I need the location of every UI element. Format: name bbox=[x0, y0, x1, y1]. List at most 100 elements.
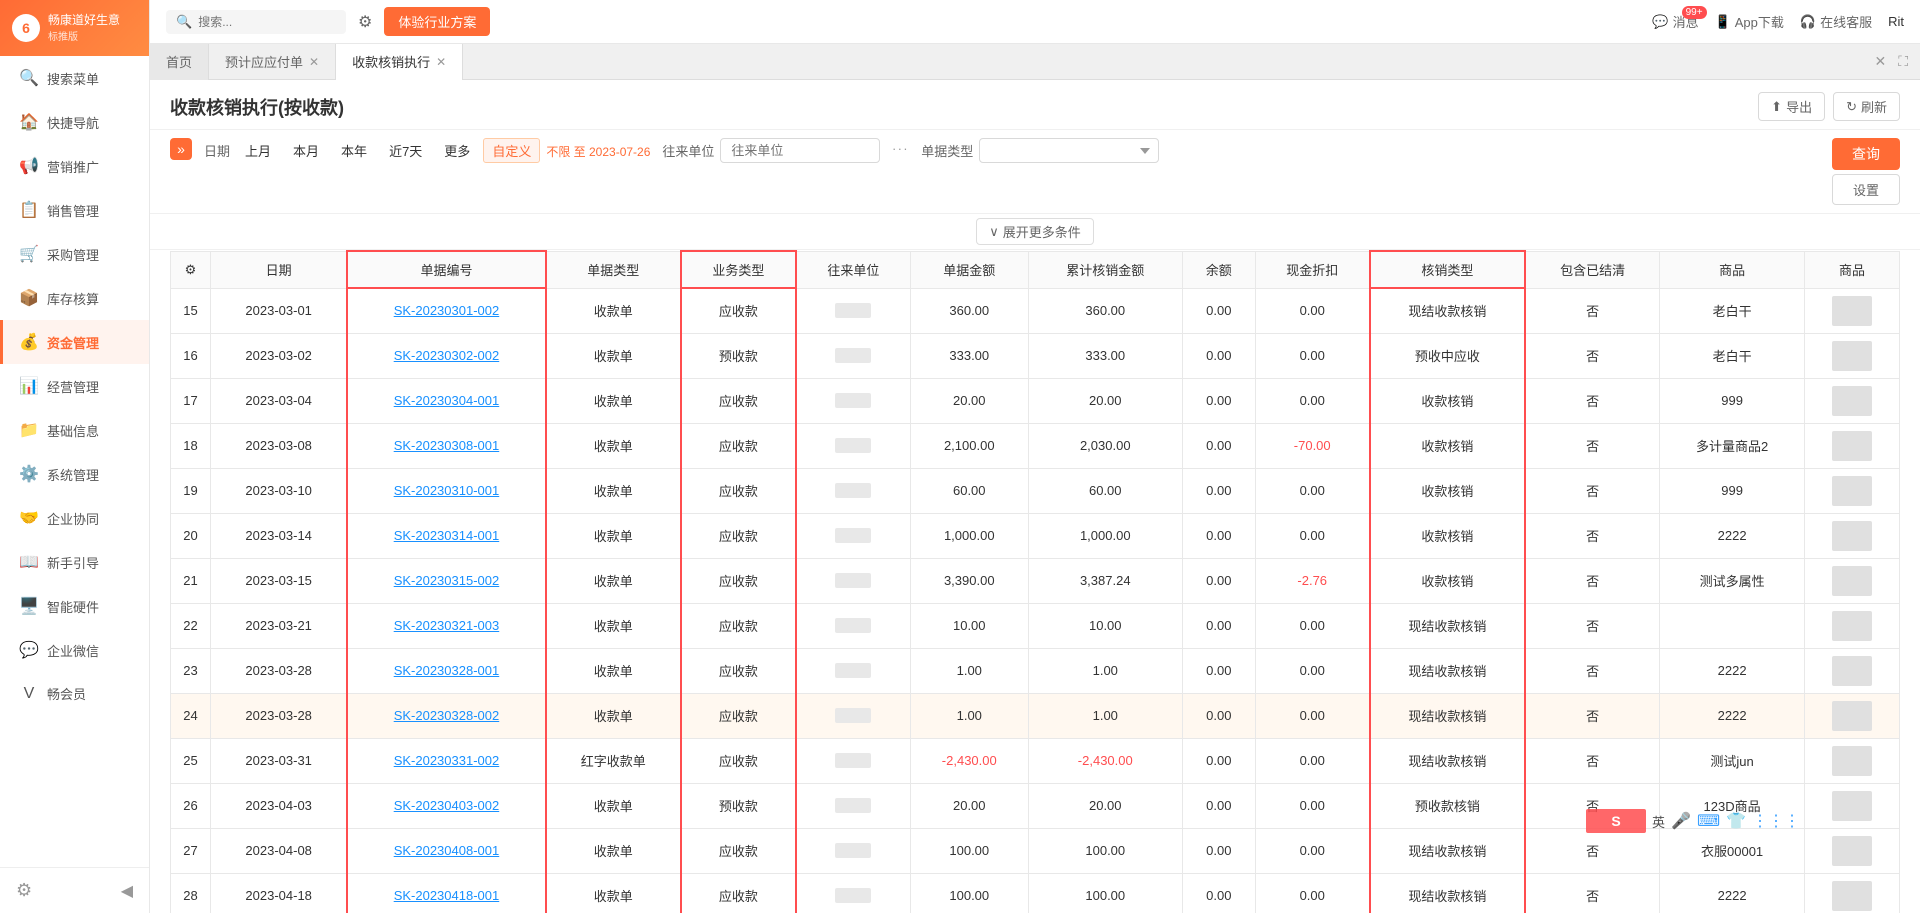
sidebar-label-member: 畅会员 bbox=[47, 684, 86, 703]
table-row: 24 2023-03-28 SK-20230328-002 收款单 应收款 1.… bbox=[171, 693, 1900, 738]
export-button[interactable]: ⬆ 导出 bbox=[1758, 92, 1825, 121]
cell-seq: 26 bbox=[171, 783, 211, 828]
cell-amount: 333.00 bbox=[910, 333, 1028, 378]
cell-cancel-type: 现结收款核销 bbox=[1370, 288, 1526, 333]
cell-cancel-type: 预收中应收 bbox=[1370, 333, 1526, 378]
cell-partner bbox=[796, 738, 910, 783]
voucher-no-link[interactable]: SK-20230315-002 bbox=[394, 573, 500, 588]
voucher-no-link[interactable]: SK-20230310-001 bbox=[394, 483, 500, 498]
sidebar-item-system[interactable]: ⚙️系统管理 bbox=[0, 452, 149, 496]
expand-filter-button[interactable]: ∨ 展开更多条件 bbox=[976, 218, 1094, 245]
tabs-actions: ✕ ⛶ bbox=[1862, 51, 1920, 72]
voucher-no-link[interactable]: SK-20230328-001 bbox=[394, 663, 500, 678]
cell-voucher-type: 收款单 bbox=[546, 558, 681, 603]
expand-label: 展开更多条件 bbox=[1003, 222, 1081, 241]
cell-biz-type: 应收款 bbox=[681, 603, 796, 648]
tab-receivable-close-icon[interactable]: ✕ bbox=[309, 55, 319, 69]
sidebar-item-member[interactable]: V畅会员 bbox=[0, 672, 149, 715]
cell-seq: 25 bbox=[171, 738, 211, 783]
tab-receivable-label: 预计应应付单 bbox=[225, 52, 303, 71]
sidebar-item-hardware[interactable]: 🖥️智能硬件 bbox=[0, 584, 149, 628]
sidebar-item-operations[interactable]: 📊经营管理 bbox=[0, 364, 149, 408]
voucher-no-link[interactable]: SK-20230302-002 bbox=[394, 348, 500, 363]
tab-home[interactable]: 首页 bbox=[150, 44, 209, 80]
partner-value bbox=[835, 573, 871, 588]
partner-input[interactable] bbox=[720, 138, 880, 163]
maximize-icon[interactable]: ⛶ bbox=[1894, 51, 1912, 72]
app-download-link[interactable]: 📱 App下载 bbox=[1715, 12, 1784, 31]
solution-button[interactable]: 体验行业方案 bbox=[384, 7, 490, 36]
filter-collapse-button[interactable]: » bbox=[170, 138, 192, 160]
voucher-no-link[interactable]: SK-20230331-002 bbox=[394, 753, 500, 768]
col-settings[interactable]: ⚙ bbox=[171, 251, 211, 288]
gear-icon[interactable]: ⚙ bbox=[358, 12, 372, 32]
close-window-icon[interactable]: ✕ bbox=[1870, 51, 1890, 72]
sidebar-item-marketing[interactable]: 📢营销推广 bbox=[0, 144, 149, 188]
voucher-no-link[interactable]: SK-20230308-001 bbox=[394, 438, 500, 453]
cell-seq: 23 bbox=[171, 648, 211, 693]
cell-biz-type: 应收款 bbox=[681, 648, 796, 693]
sidebar-item-basic[interactable]: 📁基础信息 bbox=[0, 408, 149, 452]
cell-accum-amount: 20.00 bbox=[1028, 783, 1182, 828]
cell-has-settled: 否 bbox=[1525, 693, 1660, 738]
voucher-no-link[interactable]: SK-20230314-001 bbox=[394, 528, 500, 543]
collapse-icon[interactable]: ◀ bbox=[121, 881, 133, 901]
col-product2: 商品 bbox=[1805, 251, 1900, 288]
sidebar-item-wechat[interactable]: 💬企业微信 bbox=[0, 628, 149, 672]
enterprise-icon: 🤝 bbox=[19, 508, 39, 528]
sidebar-item-enterprise[interactable]: 🤝企业协同 bbox=[0, 496, 149, 540]
tab-collection-label: 收款核销执行 bbox=[352, 52, 430, 71]
partner-value bbox=[835, 393, 871, 408]
cell-voucher-no: SK-20230314-001 bbox=[347, 513, 545, 558]
tab-collection[interactable]: 收款核销执行 ✕ bbox=[336, 44, 463, 80]
sidebar: 6 畅康道好生意 标推版 🔍搜索菜单🏠快捷导航📢营销推广📋销售管理🛒采购管理📦库… bbox=[0, 0, 150, 913]
this-year-btn[interactable]: 本年 bbox=[332, 138, 376, 163]
cell-cash-discount: -2.76 bbox=[1255, 558, 1369, 603]
cell-amount: 100.00 bbox=[910, 828, 1028, 873]
user-avatar[interactable]: Rit bbox=[1888, 14, 1904, 29]
cell-product2 bbox=[1805, 873, 1900, 913]
search-input[interactable] bbox=[198, 15, 328, 29]
filter-settings-button[interactable]: 设置 bbox=[1832, 174, 1900, 205]
voucher-no-link[interactable]: SK-20230304-001 bbox=[394, 393, 500, 408]
cell-accum-amount: 10.00 bbox=[1028, 603, 1182, 648]
custom-date-btn[interactable]: 自定义 bbox=[483, 138, 540, 163]
voucher-no-link[interactable]: SK-20230321-003 bbox=[394, 618, 500, 633]
cell-date: 2023-03-15 bbox=[211, 558, 348, 603]
sidebar-item-purchase[interactable]: 🛒采购管理 bbox=[0, 232, 149, 276]
query-button[interactable]: 查询 bbox=[1832, 138, 1900, 170]
voucher-type-select[interactable] bbox=[979, 138, 1159, 163]
sidebar-item-guide[interactable]: 📖新手引导 bbox=[0, 540, 149, 584]
messages-button[interactable]: 💬 消息 99+ bbox=[1652, 12, 1698, 31]
voucher-no-link[interactable]: SK-20230301-002 bbox=[394, 303, 500, 318]
refresh-button[interactable]: ↻ 刷新 bbox=[1833, 92, 1900, 121]
sidebar-footer: ⚙ ◀ bbox=[0, 867, 149, 913]
voucher-no-link[interactable]: SK-20230418-001 bbox=[394, 888, 500, 903]
last-7-days-btn[interactable]: 近7天 bbox=[380, 138, 431, 163]
tab-receivable[interactable]: 预计应应付单 ✕ bbox=[209, 44, 336, 80]
more-dates-btn[interactable]: 更多 bbox=[435, 138, 479, 163]
voucher-no-link[interactable]: SK-20230408-001 bbox=[394, 843, 500, 858]
sidebar-item-finance[interactable]: 💰资金管理 bbox=[0, 320, 149, 364]
cell-product2 bbox=[1805, 648, 1900, 693]
cell-cancel-type: 现结收款核销 bbox=[1370, 648, 1526, 693]
sidebar-label-inventory: 库存核算 bbox=[47, 289, 99, 308]
last-month-btn[interactable]: 上月 bbox=[236, 138, 280, 163]
online-service-link[interactable]: 🎧 在线客服 bbox=[1800, 12, 1872, 31]
cell-cancel-type: 现结收款核销 bbox=[1370, 873, 1526, 913]
partner-value bbox=[835, 798, 871, 813]
data-table: ⚙ 日期 单据编号 单据类型 业务类型 往来单位 单据金额 累计核销金额 余额 … bbox=[170, 250, 1900, 913]
this-month-btn[interactable]: 本月 bbox=[284, 138, 328, 163]
marketing-icon: 📢 bbox=[19, 156, 39, 176]
voucher-no-link[interactable]: SK-20230403-002 bbox=[394, 798, 500, 813]
sidebar-item-quicknav[interactable]: 🏠快捷导航 bbox=[0, 100, 149, 144]
sidebar-item-sales[interactable]: 📋销售管理 bbox=[0, 188, 149, 232]
settings-icon[interactable]: ⚙ bbox=[16, 880, 32, 901]
sidebar-item-inventory[interactable]: 📦库存核算 bbox=[0, 276, 149, 320]
date-range-text: 不限 至 2023-07-26 bbox=[546, 143, 650, 160]
voucher-no-link[interactable]: SK-20230328-002 bbox=[394, 708, 500, 723]
cell-amount: -2,430.00 bbox=[910, 738, 1028, 783]
sidebar-item-search[interactable]: 🔍搜索菜单 bbox=[0, 56, 149, 100]
tab-collection-close-icon[interactable]: ✕ bbox=[436, 55, 446, 69]
partner-value bbox=[835, 888, 871, 903]
